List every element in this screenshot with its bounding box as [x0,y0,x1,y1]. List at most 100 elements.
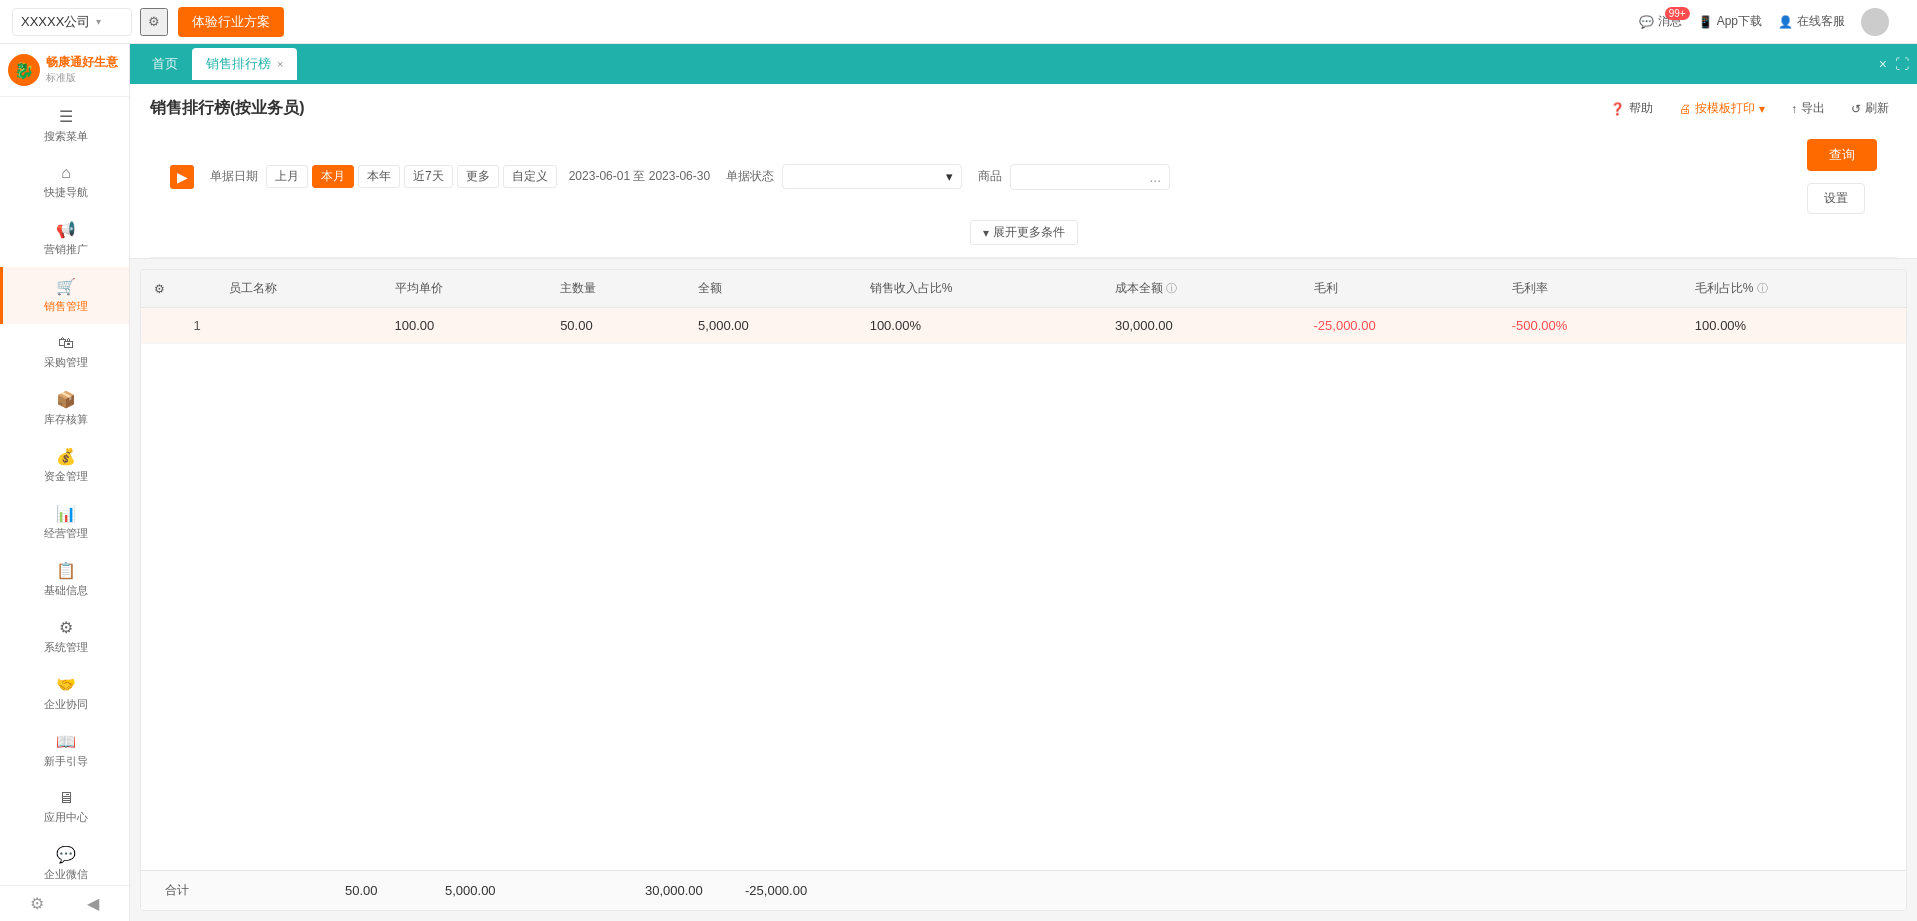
cost-info-icon[interactable]: ⓘ [1166,282,1177,294]
sidebar-item-shortcuts[interactable]: ⌂快捷导航 [0,154,129,210]
table-row[interactable]: 1 100.00 50.00 5,000.00 100.00% 30,000.0… [141,308,1906,344]
row-quantity: 50.00 [548,308,686,344]
table-header: ⚙ 员工名称 平均单价 主数量 全额 销售收入占比% 成本全额 ⓘ 毛利 [141,270,1906,308]
row-employee [217,308,383,344]
nav-icon-purchase: 🛍 [58,334,74,352]
main-area: 🐉 畅康通好生意 标准版 ☰搜索菜单⌂快捷导航📢营销推广🛒销售管理🛍采购管理📦库… [0,44,1917,921]
print-button[interactable]: 🖨 按模板打印 ▾ [1671,96,1773,121]
expand-filters-button[interactable]: ▾ 展开更多条件 [970,220,1078,245]
sidebar-item-marketing[interactable]: 📢营销推广 [0,210,129,267]
tab-fullscreen-icon[interactable]: ⛶ [1895,56,1909,72]
nav-icon-basic_info: 📋 [56,561,76,580]
tabs-bar: 首页 销售排行榜 × × ⛶ [130,44,1917,84]
app-download-label: App下载 [1717,13,1762,30]
sidebar-item-basic_info[interactable]: 📋基础信息 [0,551,129,608]
online-service-label: 在线客服 [1797,13,1845,30]
date-btn-this-month[interactable]: 本月 [312,165,354,188]
nav-icon-app_center: 🖥 [58,789,74,807]
nav-icon-system: ⚙ [59,618,73,637]
header-actions: ❓ 帮助 🖨 按模板打印 ▾ ↑ 导出 [1602,96,1897,121]
nav-label-wechat: 企业微信 [44,867,88,882]
status-select[interactable]: ▾ [782,164,962,189]
expand-icon: ▾ [983,226,989,240]
sidebar-item-wechat[interactable]: 💬 企业微信 [0,835,129,885]
nav-icon-inventory: 📦 [56,390,76,409]
row-rank: 1 [177,308,217,344]
gross-pct-info-icon[interactable]: ⓘ [1757,282,1768,294]
settings-button[interactable]: 设置 [1807,183,1865,214]
sidebar-item-operations[interactable]: 📊 经营管理 [0,494,129,551]
nav-label-purchase: 采购管理 [44,355,88,370]
print-dropdown-icon: ▾ [1759,102,1765,116]
nav-icon-operations: 📊 [56,504,76,523]
nav-label-operations: 经营管理 [44,526,88,541]
online-service-button[interactable]: 👤 在线客服 [1778,13,1845,30]
tab-close-all-icon[interactable]: × [1879,56,1887,72]
date-btn-7days[interactable]: 近7天 [404,165,453,188]
tab-close-icon[interactable]: × [277,58,283,70]
topbar-settings-button[interactable]: ⚙ [140,8,168,36]
nav-label-search: 搜索菜单 [44,129,88,144]
tab-controls: × ⛶ [1879,56,1909,72]
refresh-icon: ↺ [1851,102,1861,116]
query-button[interactable]: 查询 [1807,139,1877,171]
forward-arrow-icon[interactable]: ▶ [170,165,194,189]
filter-row: ▶ 单据日期 上月 本月 本年 近7天 更多 自定义 [170,139,1877,214]
sidebar-bottom: ⚙ ◀ [0,885,129,921]
tab-home[interactable]: 首页 [138,48,192,80]
sidebar-item-system[interactable]: ⚙系统管理 [0,608,129,665]
sidebar-item-enterprise[interactable]: 🤝企业协同 [0,665,129,722]
app-download-button[interactable]: 📱 App下载 [1698,13,1762,30]
sidebar-item-guide[interactable]: 📖新手引导 [0,722,129,779]
goods-select[interactable]: ... [1010,164,1170,190]
date-btn-prev-month[interactable]: 上月 [266,165,308,188]
sidebar-settings-icon[interactable]: ⚙ [30,894,44,913]
col-cost: 成本全额 ⓘ [1103,270,1302,308]
status-filter-label: 单据状态 [726,168,774,185]
sidebar-item-purchase[interactable]: 🛍 采购管理 [0,324,129,380]
col-sales-pct: 销售收入占比% [858,270,1103,308]
col-quantity: 主数量 [548,270,686,308]
col-avg-price: 平均单价 [383,270,549,308]
nav-icon-search: ☰ [59,107,73,126]
goods-ellipsis-icon[interactable]: ... [1149,169,1161,185]
logo-icon: 🐉 [8,54,40,86]
date-btn-more[interactable]: 更多 [457,165,499,188]
footer-total-label: 合计 [153,882,233,899]
trial-button[interactable]: 体验行业方案 [178,7,284,37]
print-label: 按模板打印 [1695,100,1755,117]
date-range-text: 2023-06-01 至 2023-06-30 [569,168,710,185]
sidebar-item-finance[interactable]: 💰资金管理 [0,437,129,494]
logo-text: 畅康通好生意 [46,55,118,71]
export-label: 导出 [1801,100,1825,117]
col-gross-pct: 毛利占比% ⓘ [1683,270,1906,308]
content-area: 首页 销售排行榜 × × ⛶ 销售排行榜(按业务员) [130,44,1917,921]
col-gross-rate: 毛利率 [1500,270,1683,308]
tab-sales-ranking[interactable]: 销售排行榜 × [192,48,297,80]
refresh-button[interactable]: ↺ 刷新 [1843,96,1897,121]
sidebar-item-app_center[interactable]: 🖥应用中心 [0,779,129,835]
date-btn-this-year[interactable]: 本年 [358,165,400,188]
page-title: 销售排行榜(按业务员) [150,98,305,119]
sidebar-item-inventory[interactable]: 📦库存核算 [0,380,129,437]
date-buttons: 上月 本月 本年 近7天 更多 自定义 [266,165,557,188]
app-download-icon: 📱 [1698,15,1713,29]
sidebar-collapse-icon[interactable]: ◀ [87,894,99,913]
footer-quantity-val: 50.00 [333,879,433,902]
sidebar-item-sales[interactable]: 🛒销售管理 [0,267,129,324]
message-button[interactable]: 💬 消息 99+ [1639,13,1682,30]
date-btn-custom[interactable]: 自定义 [503,165,557,188]
status-filter: 单据状态 ▾ [726,164,962,189]
avatar[interactable] [1861,8,1889,36]
nav-label-enterprise: 企业协同 [44,697,88,712]
nav-icon-sales: 🛒 [56,277,76,296]
export-button[interactable]: ↑ 导出 [1783,96,1833,121]
nav-icon-wechat: 💬 [56,845,76,864]
help-button[interactable]: ❓ 帮助 [1602,96,1661,121]
company-selector[interactable]: XXXXX公司 ▾ [12,8,132,36]
page-title-row: 销售排行榜(按业务员) ❓ 帮助 🖨 按模板打印 ▾ [150,96,1897,121]
col-gross: 毛利 [1302,270,1500,308]
sidebar-item-search[interactable]: ☰ 搜索菜单 [0,97,129,154]
col-settings[interactable]: ⚙ [141,270,177,308]
top-bar-right: 💬 消息 99+ 📱 App下载 👤 在线客服 [1639,8,1905,36]
